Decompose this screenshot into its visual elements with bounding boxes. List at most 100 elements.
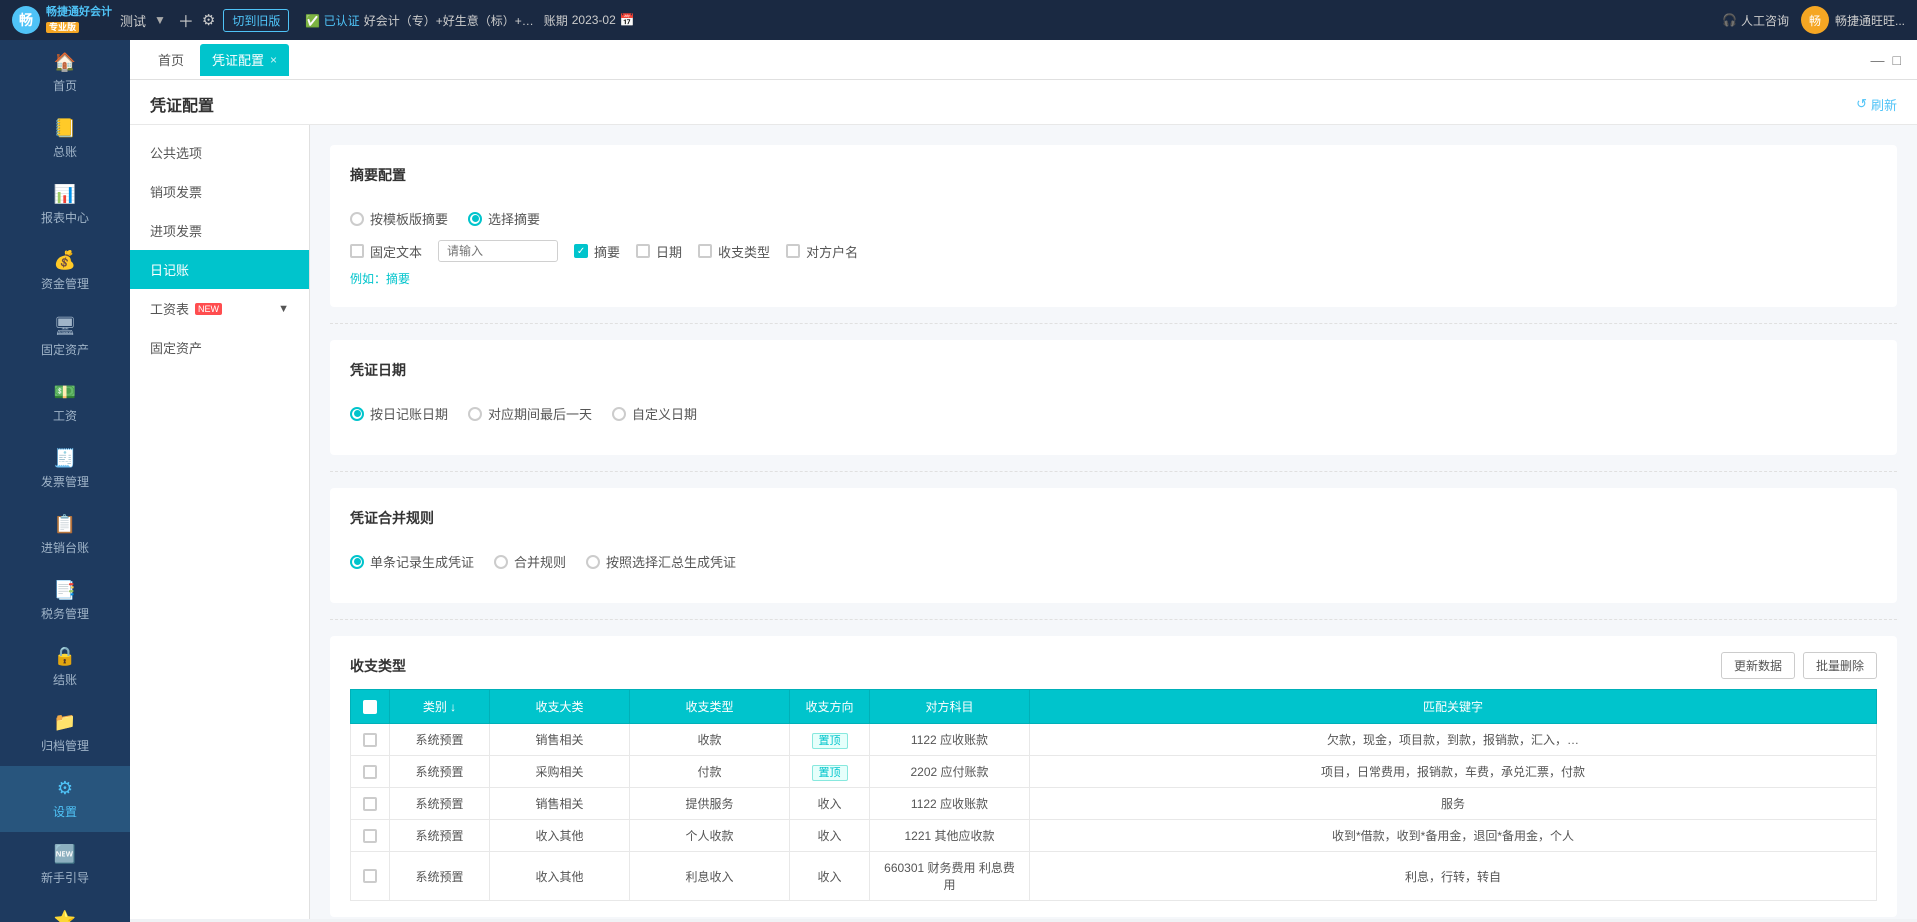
update-data-button[interactable]: 更新数据: [1721, 652, 1795, 679]
checkbox-summary[interactable]: ✓ 摘要: [574, 242, 620, 261]
left-menu-purchase-invoice[interactable]: 进项发票: [130, 211, 309, 250]
left-menu-public[interactable]: 公共选项: [130, 133, 309, 172]
table-row: 系统预置 采购相关 付款 置顶 2202 应付账款 项目，日常费用，报销款，车费…: [351, 756, 1877, 788]
sidebar-label-home: 首页: [53, 77, 77, 94]
left-menu-fixed-asset[interactable]: 固定资产: [130, 328, 309, 367]
radio-custom-date-label: 自定义日期: [632, 404, 697, 423]
radio-single[interactable]: 单条记录生成凭证: [350, 552, 474, 571]
merge-section: 凭证合并规则 单条记录生成凭证 合并规则 按照选择汇总生成凭证: [330, 488, 1897, 603]
version-switch-button[interactable]: 切到旧版: [223, 9, 289, 32]
checkbox-date-label: 日期: [656, 242, 682, 261]
headset-icon: 🎧: [1722, 13, 1737, 27]
row-direction-3: 收入: [790, 788, 870, 820]
sidebar-item-close[interactable]: 🔒 结账: [0, 634, 130, 700]
checkbox-party-label: 对方户名: [806, 242, 858, 261]
sidebar-label-asset: 固定资产: [41, 341, 89, 358]
col-header-check: [351, 690, 390, 724]
row-account-3: 1122 应收账款: [870, 788, 1030, 820]
tab-home[interactable]: 首页: [146, 44, 196, 76]
sidebar-label-fund: 资金管理: [41, 275, 89, 292]
add-button[interactable]: ＋: [178, 8, 194, 32]
fixed-text-input[interactable]: [438, 240, 558, 262]
row-type-3: 提供服务: [630, 788, 790, 820]
right-panel: 摘要配置 按模板版摘要 选择摘要 固定文本: [310, 125, 1917, 919]
left-menu-payroll[interactable]: 工资表 NEW ▼: [130, 289, 309, 328]
sidebar-item-home[interactable]: 🏠 首页: [0, 40, 130, 106]
radio-custom-date[interactable]: 自定义日期: [612, 404, 697, 423]
refresh-icon: ↺: [1856, 96, 1867, 112]
merge-section-title: 凭证合并规则: [350, 508, 1877, 536]
batch-delete-button[interactable]: 批量删除: [1803, 652, 1877, 679]
purchase-icon: 📋: [54, 514, 76, 535]
sidebar-item-report[interactable]: 📊 报表中心: [0, 172, 130, 238]
radio-diary-date-label: 按日记账日期: [370, 404, 448, 423]
sidebar-item-ledger[interactable]: 📒 总账: [0, 106, 130, 172]
row-check-3[interactable]: [351, 788, 390, 820]
row-check-5[interactable]: [351, 852, 390, 901]
sidebar-item-settings[interactable]: ⚙ 设置: [0, 766, 130, 832]
checkbox-party[interactable]: 对方户名: [786, 242, 858, 261]
radio-select-label: 选择摘要: [488, 209, 540, 228]
tab-maximize-button[interactable]: □: [1893, 52, 1901, 68]
period-tag: 账期 2023-02 📅: [544, 12, 635, 29]
row-check-2[interactable]: [351, 756, 390, 788]
sidebar-item-tax[interactable]: 📑 税务管理: [0, 568, 130, 634]
refresh-button[interactable]: ↺ 刷新: [1856, 95, 1897, 114]
select-all-checkbox[interactable]: [363, 700, 377, 714]
table-header-row: 收支类型 更新数据 批量删除: [350, 652, 1877, 679]
radio-select-total-label: 按照选择汇总生成凭证: [606, 552, 736, 571]
tab-close-icon[interactable]: ×: [270, 53, 277, 67]
company-dropdown-arrow[interactable]: ▼: [154, 13, 166, 27]
direction-tag-1[interactable]: 置顶: [812, 733, 848, 749]
merge-radio-group: 单条记录生成凭证 合并规则 按照选择汇总生成凭证: [350, 552, 1877, 571]
direction-tag-2[interactable]: 置顶: [812, 765, 848, 781]
col-header-category: 类别 ↓: [390, 690, 490, 724]
radio-template[interactable]: 按模板版摘要: [350, 209, 448, 228]
row-bigtype-5: 收入其他: [490, 852, 630, 901]
col-header-type: 收支类型: [630, 690, 790, 724]
main-content: 首页 凭证配置 × — □ 凭证配置 ↺ 刷新 公共选项 销项发票 进项: [130, 40, 1917, 922]
user-menu[interactable]: 畅 畅捷通旺旺...: [1801, 6, 1905, 34]
row-check-1[interactable]: [351, 724, 390, 756]
row-check-4[interactable]: [351, 820, 390, 852]
radio-select-total[interactable]: 按照选择汇总生成凭证: [586, 552, 736, 571]
sidebar-item-archive[interactable]: 📁 归档管理: [0, 700, 130, 766]
sidebar-item-salary[interactable]: 💵 工资: [0, 370, 130, 436]
radio-period-last-label: 对应期间最后一天: [488, 404, 592, 423]
radio-diary-date[interactable]: 按日记账日期: [350, 404, 448, 423]
row-direction-5: 收入: [790, 852, 870, 901]
radio-period-last[interactable]: 对应期间最后一天: [468, 404, 592, 423]
checkbox-type-label: 收支类型: [718, 242, 770, 261]
checkbox-date[interactable]: 日期: [636, 242, 682, 261]
row-type-5: 利息收入: [630, 852, 790, 901]
radio-select[interactable]: 选择摘要: [468, 209, 540, 228]
row-checkbox-4[interactable]: [363, 829, 377, 843]
sidebar-item-invoice[interactable]: 🧾 发票管理: [0, 436, 130, 502]
row-checkbox-3[interactable]: [363, 797, 377, 811]
table-section-title: 收支类型: [350, 656, 406, 676]
sidebar-item-asset[interactable]: 🖥 固定资产: [0, 304, 130, 370]
settings-icon[interactable]: ⚙: [202, 11, 215, 29]
tab-voucher-config[interactable]: 凭证配置 ×: [200, 44, 289, 76]
row-checkbox-5[interactable]: [363, 869, 377, 883]
submenu-arrow-icon: ▼: [278, 303, 289, 315]
tab-minimize-button[interactable]: —: [1871, 52, 1885, 68]
fund-icon: 💰: [54, 250, 76, 271]
sidebar-item-purchase[interactable]: 📋 进销台账: [0, 502, 130, 568]
col-header-bigtype: 收支大类: [490, 690, 630, 724]
product-tags: 好会计（专）+好生意（标）+…: [364, 12, 534, 29]
radio-custom-date-circle: [612, 407, 626, 421]
sidebar-item-member[interactable]: ⭐ 畅会员: [0, 898, 130, 922]
radio-template-circle: [350, 212, 364, 226]
left-menu-sales[interactable]: 销项发票: [130, 172, 309, 211]
sidebar-item-guide[interactable]: 🆕 新手引导: [0, 832, 130, 898]
row-checkbox-2[interactable]: [363, 765, 377, 779]
sidebar-label-archive: 归档管理: [41, 737, 89, 754]
checkbox-fixed-text[interactable]: 固定文本: [350, 242, 422, 261]
radio-merge-rule[interactable]: 合并规则: [494, 552, 566, 571]
row-checkbox-1[interactable]: [363, 733, 377, 747]
sidebar-item-fund[interactable]: 💰 资金管理: [0, 238, 130, 304]
help-button[interactable]: 🎧 人工咨询: [1722, 12, 1789, 29]
left-menu-diary[interactable]: 日记账: [130, 250, 309, 289]
checkbox-type[interactable]: 收支类型: [698, 242, 770, 261]
